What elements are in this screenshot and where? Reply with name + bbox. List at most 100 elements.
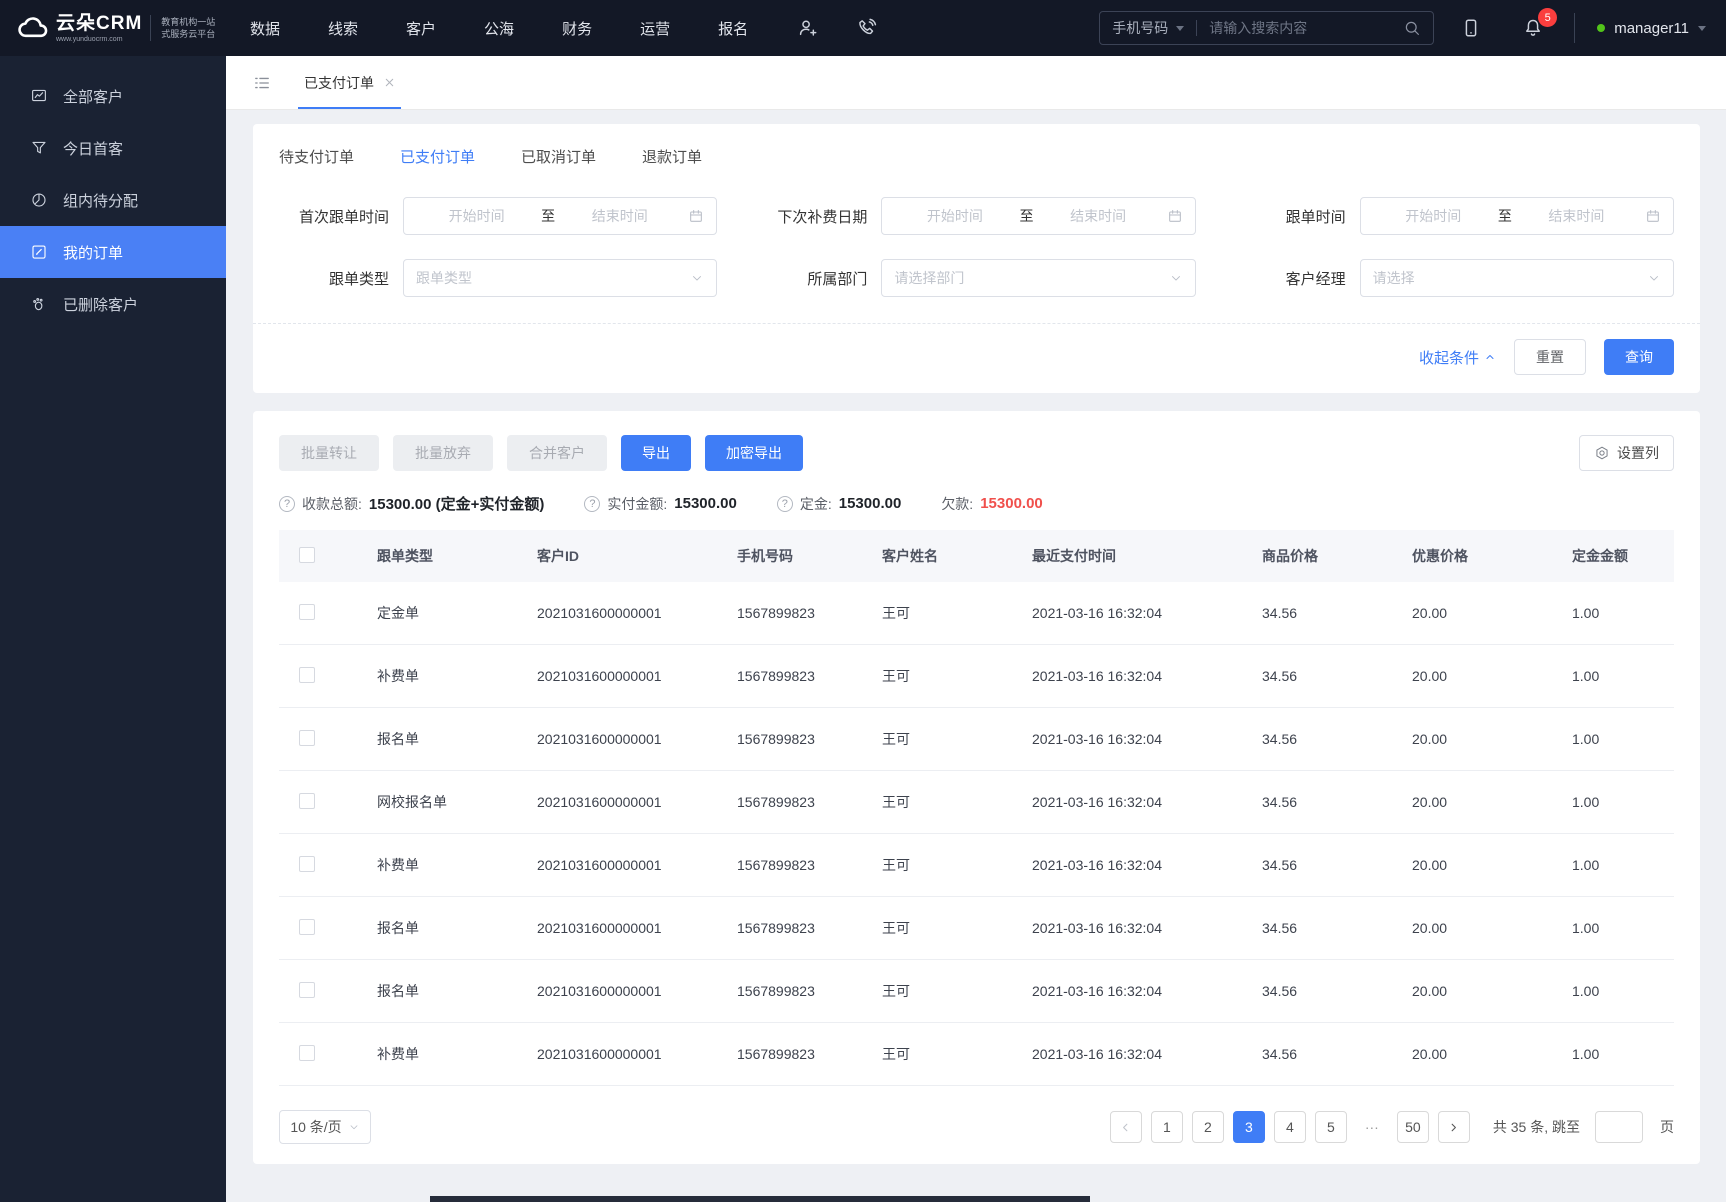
- select-department[interactable]: 请选择部门: [881, 259, 1196, 297]
- user-menu[interactable]: manager11: [1597, 20, 1706, 37]
- cell-pay_time: 2021-03-16 16:32:04: [1024, 833, 1254, 897]
- tab-refund[interactable]: 退款订单: [642, 146, 702, 167]
- batch-transfer-button[interactable]: 批量转让: [279, 435, 379, 471]
- brand-name: 云朵CRM: [56, 12, 143, 34]
- cell-deposit: 1.00: [1564, 1022, 1674, 1086]
- cell-phone: 1567899823: [729, 896, 874, 960]
- row-checkbox[interactable]: [299, 729, 315, 746]
- help-icon[interactable]: ?: [279, 495, 295, 512]
- sidebar-item-all-customers[interactable]: 全部客户: [0, 70, 226, 122]
- cell-name: 王可: [874, 582, 1024, 645]
- help-icon[interactable]: ?: [776, 495, 793, 512]
- daterange-first-follow[interactable]: 开始时间 至 结束时间: [403, 197, 718, 235]
- help-icon[interactable]: ?: [584, 495, 601, 512]
- pie-icon: [32, 193, 46, 207]
- cloud-logo-icon: [18, 17, 48, 38]
- row-checkbox[interactable]: [299, 1044, 315, 1061]
- next-page-button[interactable]: [1437, 1111, 1470, 1143]
- daterange-next-fee[interactable]: 开始时间 至 结束时间: [881, 197, 1196, 235]
- mobile-icon[interactable]: [1460, 17, 1482, 39]
- cell-type: 定金单: [369, 582, 529, 645]
- page-size-select[interactable]: 10 条/页: [279, 1110, 371, 1144]
- field-department: 所属部门 请选择部门: [757, 259, 1196, 297]
- order-icon: [32, 245, 46, 259]
- collapse-conditions-link[interactable]: 收起条件: [1419, 347, 1496, 368]
- merge-customers-button[interactable]: 合并客户: [507, 435, 607, 471]
- gear-icon: [1596, 446, 1608, 460]
- cell-pay_time: 2021-03-16 16:32:04: [1024, 770, 1254, 834]
- col-discount-price: 优惠价格: [1412, 548, 1468, 564]
- sidebar-item-group-pending[interactable]: 组内待分配: [0, 174, 226, 226]
- jump-page-input[interactable]: [1595, 1111, 1643, 1143]
- sidebar-item-today-first[interactable]: 今日首客: [0, 122, 226, 174]
- calendar-icon: [1168, 210, 1181, 222]
- tab-cancelled[interactable]: 已取消订单: [521, 146, 596, 167]
- nav-item-customers[interactable]: 客户: [406, 18, 436, 39]
- row-checkbox[interactable]: [299, 603, 315, 620]
- select-all-checkbox[interactable]: [299, 546, 315, 563]
- nav-item-operation[interactable]: 运营: [640, 18, 670, 39]
- search-input[interactable]: 请输入搜索内容: [1209, 18, 1403, 38]
- page-button-5[interactable]: 5: [1314, 1111, 1347, 1143]
- nav-item-data[interactable]: 数据: [250, 18, 280, 39]
- global-search[interactable]: 手机号码 请输入搜索内容: [1099, 11, 1435, 45]
- page-button-50[interactable]: 50: [1396, 1111, 1429, 1143]
- chevron-down-icon: [693, 276, 702, 281]
- page-button-1[interactable]: 1: [1150, 1111, 1183, 1143]
- filter-form: 首次跟单时间 开始时间 至 结束时间 下次补费日期 开始时间 至 结束时间 跟单…: [253, 173, 1700, 297]
- row-checkbox[interactable]: [299, 666, 315, 683]
- select-follow-type[interactable]: 跟单类型: [403, 259, 718, 297]
- table-row: 定金单 2021031600000001 1567899823 王可 2021-03-1…: [279, 582, 1674, 645]
- orders-table: 跟单类型 客户ID 手机号码 客户姓名 最近支付时间 商品价格 优惠价格 定金金…: [279, 530, 1674, 1086]
- query-button[interactable]: 查询: [1604, 339, 1674, 375]
- prev-page-button[interactable]: [1109, 1111, 1142, 1143]
- sidebar-item-deleted-customers[interactable]: 已删除客户: [0, 278, 226, 330]
- cell-product_price: 34.56: [1254, 959, 1404, 1023]
- horizontal-scrollbar[interactable]: [430, 1196, 1090, 1202]
- tab-pending-payment[interactable]: 待支付订单: [279, 146, 354, 167]
- page-button-4[interactable]: 4: [1273, 1111, 1306, 1143]
- sidebar: 全部客户 今日首客 组内待分配 我的订单 已删除客户: [0, 56, 226, 1202]
- cell-discount_price: 20.00: [1404, 644, 1564, 708]
- daterange-follow[interactable]: 开始时间 至 结束时间: [1359, 197, 1674, 235]
- row-checkbox[interactable]: [299, 855, 315, 872]
- search-icon[interactable]: [1403, 19, 1421, 37]
- sidebar-item-my-orders[interactable]: 我的订单: [0, 226, 226, 278]
- nav-item-pool[interactable]: 公海: [484, 18, 514, 39]
- cell-product_price: 34.56: [1254, 833, 1404, 897]
- encrypted-export-button[interactable]: 加密导出: [705, 435, 803, 471]
- footprint-icon: [33, 297, 43, 311]
- username: manager11: [1614, 19, 1689, 37]
- search-category-select[interactable]: 手机号码: [1112, 18, 1185, 38]
- window-tab-paid-orders[interactable]: 已支付订单: [298, 56, 401, 109]
- phone-call-icon[interactable]: [856, 17, 878, 39]
- add-person-icon[interactable]: [796, 17, 818, 39]
- export-button[interactable]: 导出: [621, 435, 691, 471]
- cell-discount_price: 20.00: [1404, 959, 1564, 1023]
- row-checkbox[interactable]: [299, 918, 315, 935]
- cell-type: 补费单: [369, 833, 529, 897]
- cell-product_price: 34.56: [1254, 707, 1404, 771]
- nav-item-leads[interactable]: 线索: [328, 18, 358, 39]
- cell-pay_time: 2021-03-16 16:32:04: [1024, 959, 1254, 1023]
- row-checkbox[interactable]: [299, 792, 315, 809]
- summary-arrears: 欠款: 15300.00: [941, 495, 1043, 512]
- batch-abandon-button[interactable]: 批量放弃: [393, 435, 493, 471]
- collapse-menu-icon[interactable]: [252, 73, 272, 93]
- row-checkbox[interactable]: [299, 981, 315, 998]
- tab-paid[interactable]: 已支付订单: [400, 146, 475, 167]
- select-account-manager[interactable]: 请选择: [1359, 259, 1674, 297]
- field-follow-time: 跟单时间 开始时间 至 结束时间: [1236, 197, 1674, 235]
- table-row: 网校报名单 2021031600000001 1567899823 王可 2021-03…: [279, 770, 1674, 834]
- page-button-3[interactable]: 3: [1232, 1111, 1265, 1143]
- nav-item-finance[interactable]: 财务: [562, 18, 592, 39]
- app-logo: 云朵CRM www.yunduocrm.com 教育机构一站 式服务云平台: [16, 11, 226, 45]
- reset-button[interactable]: 重置: [1514, 339, 1586, 375]
- topbar-divider: [1574, 13, 1576, 43]
- total-count: 共 35 条, 跳至: [1492, 1119, 1580, 1135]
- nav-item-signup[interactable]: 报名: [718, 18, 748, 39]
- search-divider: [1196, 20, 1198, 36]
- close-icon[interactable]: [384, 77, 395, 88]
- page-button-2[interactable]: 2: [1191, 1111, 1224, 1143]
- column-settings-button[interactable]: 设置列: [1579, 435, 1674, 471]
